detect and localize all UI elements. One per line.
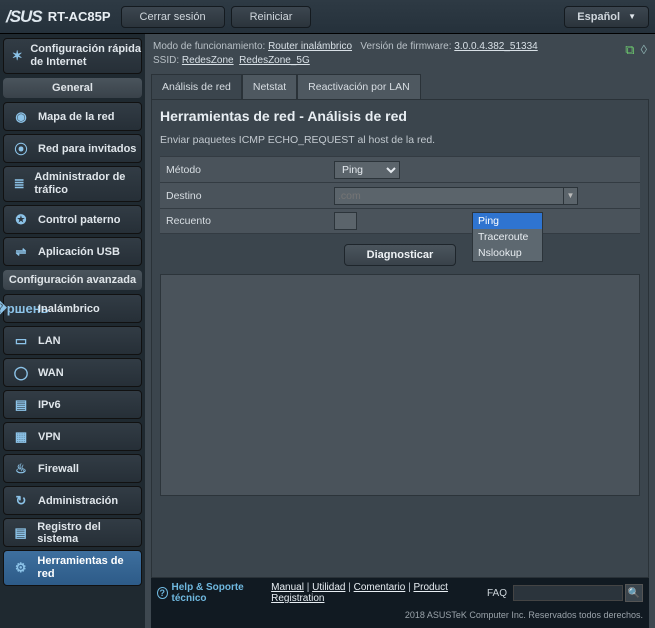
ssid-label: SSID: (153, 55, 179, 66)
usb-icon: ⇌ (10, 241, 32, 263)
ssid2-link[interactable]: RedesZone_5G (239, 55, 310, 66)
page-description: Enviar paquetes ICMP ECHO_REQUEST al hos… (160, 134, 640, 146)
sidebar-item-wan[interactable]: ◯ WAN (3, 358, 142, 387)
sidebar-item-firewall[interactable]: ♨ Firewall (3, 454, 142, 483)
sidebar-item-quick-setup[interactable]: ✶ Configuración rápida de Internet (3, 38, 142, 74)
logout-button[interactable]: Cerrar sesión (121, 6, 225, 28)
sidebar-item-system-log[interactable]: ▤ Registro del sistema (3, 518, 142, 547)
tab-network-analysis[interactable]: Análisis de red (151, 74, 242, 99)
sidebar-item-administration[interactable]: ↻ Administración (3, 486, 142, 515)
model-name: RT-AC85P (48, 9, 111, 24)
sidebar-label: Administrador de tráfico (34, 171, 141, 196)
sidebar-label: Firewall (38, 463, 79, 475)
map-icon: ◉ (10, 106, 32, 128)
output-textarea[interactable] (160, 274, 640, 496)
method-option-traceroute[interactable]: Traceroute (473, 229, 542, 245)
target-input[interactable] (334, 187, 564, 205)
brand-logo: /SUS (6, 7, 42, 27)
tab-netstat[interactable]: Netstat (242, 74, 297, 99)
sidebar-item-usb-app[interactable]: ⇌ Aplicación USB (3, 237, 142, 266)
sidebar-label: Control paterno (38, 214, 121, 226)
status-icon-1[interactable]: ⧉ (625, 42, 634, 58)
vpn-icon: ▦ (10, 426, 32, 448)
globe-icon: ✶ (10, 45, 24, 67)
main-content: Modo de funcionamiento: Router inalámbri… (145, 34, 655, 628)
wan-icon: ◯ (10, 362, 32, 384)
sidebar: ✶ Configuración rápida de Internet Gener… (0, 34, 145, 628)
target-dropdown-toggle[interactable]: ▼ (564, 187, 578, 205)
faq-label[interactable]: FAQ (487, 588, 507, 599)
traffic-icon: ≣ (10, 173, 28, 195)
tab-wake-on-lan[interactable]: Reactivación por LAN (297, 74, 421, 99)
admin-icon: ↻ (10, 490, 32, 512)
sidebar-label: Herramientas de red (37, 555, 141, 580)
sidebar-label: Inalámbrico (38, 303, 100, 315)
method-option-ping[interactable]: Ping (473, 213, 542, 229)
language-selector[interactable]: Español ▼ (564, 6, 649, 28)
method-dropdown-list: Ping Traceroute Nslookup (472, 212, 543, 262)
footer-link-utility[interactable]: Utilidad (312, 582, 345, 593)
method-option-nslookup[interactable]: Nslookup (473, 245, 542, 261)
footer-link-feedback[interactable]: Comentario (354, 582, 406, 593)
sidebar-label: WAN (38, 367, 64, 379)
sidebar-label: IPv6 (38, 399, 61, 411)
mode-label: Modo de funcionamiento: (153, 41, 265, 52)
tools-icon: ⚙ (10, 557, 31, 579)
method-select[interactable]: Ping (334, 161, 400, 179)
sidebar-label: Aplicación USB (38, 246, 120, 258)
label-method: Método (160, 164, 330, 176)
chevron-down-icon: ▼ (628, 12, 636, 21)
footer-link-manual[interactable]: Manual (271, 582, 304, 593)
sidebar-label: Red para invitados (38, 143, 136, 155)
ssid1-link[interactable]: RedesZone (182, 55, 234, 66)
sidebar-item-parental-control[interactable]: ✪ Control paterno (3, 205, 142, 234)
log-icon: ▤ (10, 522, 31, 544)
help-icon: ? (157, 587, 168, 599)
sidebar-label: Configuración rápida de Internet (30, 43, 141, 68)
sidebar-item-lan[interactable]: ▭ LAN (3, 326, 142, 355)
sidebar-label: Administración (38, 495, 118, 507)
sidebar-label: VPN (38, 431, 61, 443)
guest-icon: ⦿ (10, 138, 32, 160)
language-label: Español (577, 11, 620, 23)
lan-icon: ▭ (10, 330, 32, 352)
firewall-icon: ♨ (10, 458, 32, 480)
sidebar-label: Registro del sistema (37, 521, 141, 545)
reboot-button[interactable]: Reiniciar (231, 6, 312, 28)
page-title: Herramientas de red - Análisis de red (160, 108, 640, 124)
sidebar-label: Mapa de la red (38, 111, 114, 123)
sidebar-item-ipv6[interactable]: ▤ IPv6 (3, 390, 142, 419)
sidebar-item-guest-network[interactable]: ⦿ Red para invitados (3, 134, 142, 163)
sidebar-item-network-tools[interactable]: ⚙ Herramientas de red (3, 550, 142, 586)
status-icon-2[interactable]: ◊ (641, 42, 647, 58)
sidebar-item-traffic-manager[interactable]: ≣ Administrador de tráfico (3, 166, 142, 202)
fw-link[interactable]: 3.0.0.4.382_51334 (454, 41, 537, 52)
fw-label: Versión de firmware: (360, 41, 451, 52)
footer: ? Help & Soporte técnico Manual | Utilid… (151, 578, 649, 628)
sidebar-item-vpn[interactable]: ▦ VPN (3, 422, 142, 451)
label-count: Recuento (160, 215, 330, 227)
mode-link[interactable]: Router inalámbrico (268, 41, 352, 52)
diagnose-button[interactable]: Diagnosticar (344, 244, 457, 266)
sidebar-section-general: General (3, 78, 142, 98)
faq-search-input[interactable] (513, 585, 623, 601)
lock-icon: ✪ (10, 209, 32, 231)
sidebar-item-network-map[interactable]: ◉ Mapa de la red (3, 102, 142, 131)
wifi-icon: �ршень (10, 298, 32, 320)
copyright: 2018 ASUSTeK Computer Inc. Reservados to… (157, 610, 643, 620)
help-label: Help & Soporte técnico (172, 582, 266, 604)
sidebar-item-wireless[interactable]: �ршень Inalámbrico (3, 294, 142, 323)
sidebar-section-advanced: Configuración avanzada (3, 270, 142, 290)
sidebar-label: LAN (38, 335, 61, 347)
label-target: Destino (160, 190, 330, 202)
search-button[interactable]: 🔍 (625, 584, 643, 602)
ipv6-icon: ▤ (10, 394, 32, 416)
help-link[interactable]: ? Help & Soporte técnico (157, 582, 265, 604)
count-input[interactable] (334, 212, 357, 230)
